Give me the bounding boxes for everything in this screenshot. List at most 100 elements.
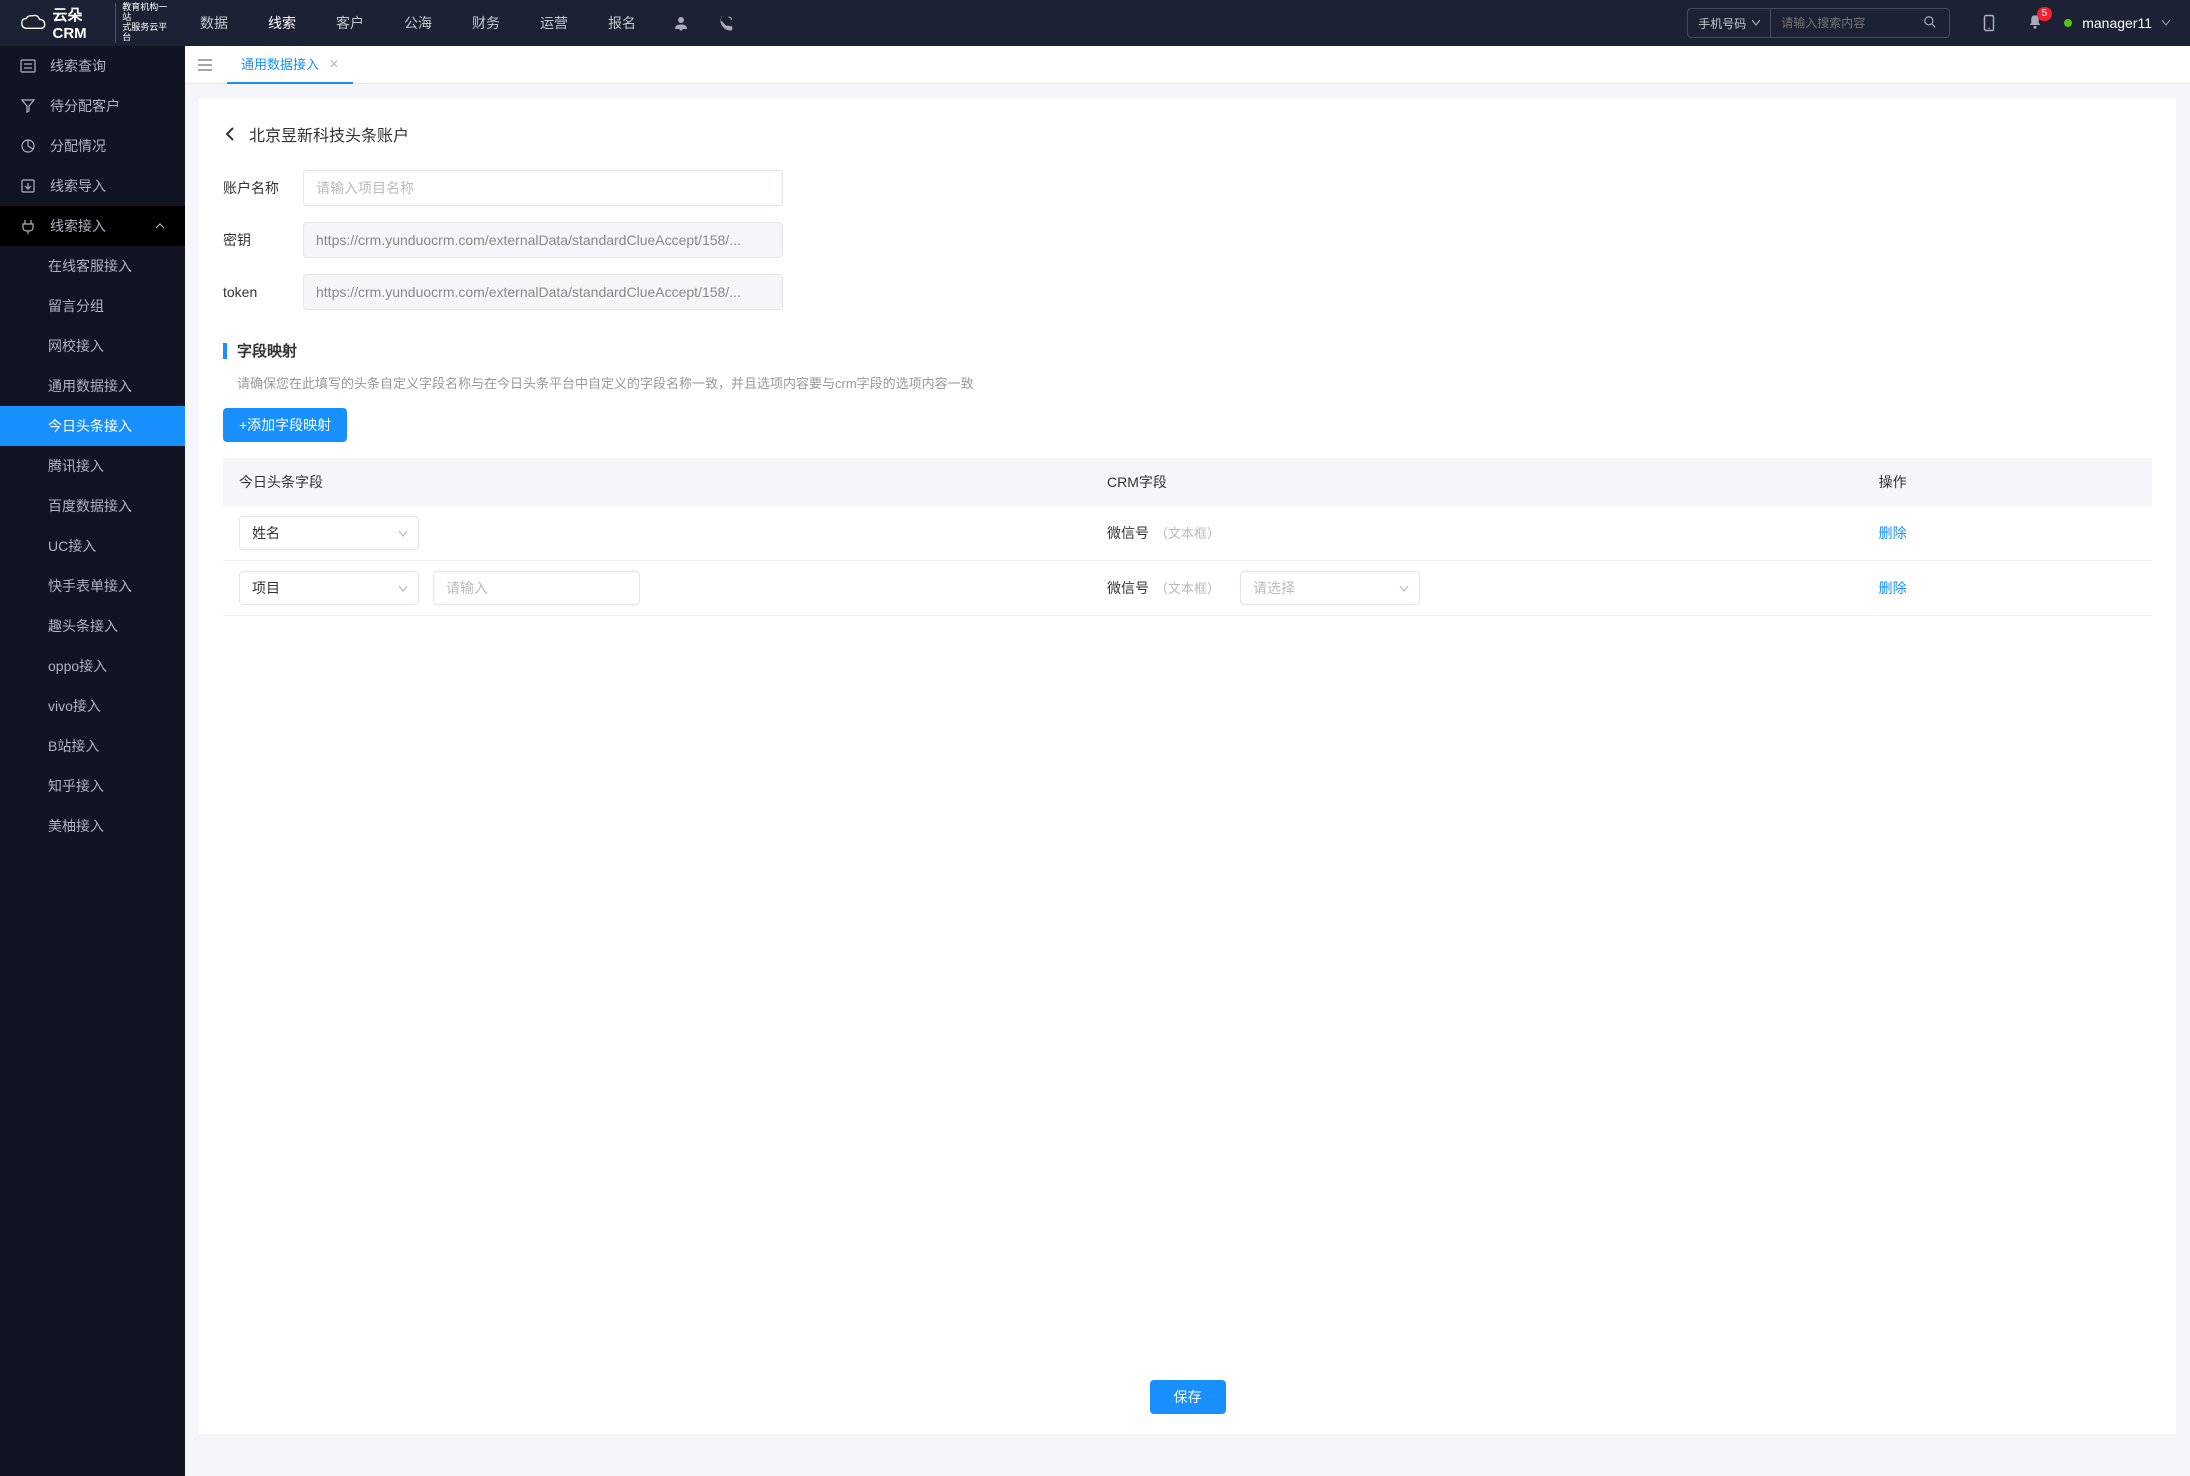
tabs-bar: 通用数据接入 ✕ [185, 46, 2190, 84]
col-crm-field: CRM字段 [1091, 458, 1863, 506]
delete-button[interactable]: 删除 [1879, 580, 1907, 596]
mapping-table: 今日头条字段 CRM字段 操作 姓名 [223, 458, 2152, 616]
sub-oppo[interactable]: oppo接入 [0, 646, 185, 686]
table-row: 项目 微信号 （文本框） 请选择 [223, 561, 2152, 616]
notifications[interactable]: 5 [2026, 13, 2044, 34]
col-toutiao-field: 今日头条字段 [223, 458, 1091, 506]
app-header: 云朵CRM 教育机构一站 式服务云平台 数据 线索 客户 公海 财务 运营 报名… [0, 0, 2190, 46]
header-icon-group [672, 14, 736, 32]
mobile-icon[interactable] [1980, 14, 1998, 32]
sub-bilibili[interactable]: B站接入 [0, 726, 185, 766]
chevron-down-icon [1752, 20, 1760, 26]
sub-online-service[interactable]: 在线客服接入 [0, 246, 185, 286]
nav-public[interactable]: 公海 [404, 13, 432, 33]
row-account-name: 账户名称 [223, 170, 2152, 206]
crm-field-display: 微信号 （文本框） [1107, 578, 1220, 598]
nav-data[interactable]: 数据 [200, 13, 228, 33]
chevron-down-icon [398, 580, 408, 596]
nav-signup[interactable]: 报名 [608, 13, 636, 33]
page-content: 北京昱新科技头条账户 账户名称 密钥 token 字段映射 请确保您在此填写的头… [199, 98, 2176, 1434]
sidebar-item-clue-query[interactable]: 线索查询 [0, 46, 185, 86]
section-title: 字段映射 [237, 340, 297, 361]
close-icon[interactable]: ✕ [329, 57, 339, 71]
back-icon[interactable] [223, 126, 239, 142]
status-dot-icon [2064, 19, 2072, 27]
logo-text: 云朵CRM [53, 4, 110, 42]
notification-badge: 5 [2037, 7, 2053, 21]
sidebar-item-clue-access[interactable]: 线索接入 [0, 206, 185, 246]
sub-school-access[interactable]: 网校接入 [0, 326, 185, 366]
search-input[interactable] [1771, 16, 1911, 30]
row-key: 密钥 [223, 222, 2152, 258]
section-desc: 请确保您在此填写的头条自定义字段名称与在今日头条平台中自定义的字段名称一致，并且… [237, 373, 2152, 392]
nav-operation[interactable]: 运营 [540, 13, 568, 33]
sub-toutiao[interactable]: 今日头条接入 [0, 406, 185, 446]
sidebar-item-clue-import[interactable]: 线索导入 [0, 166, 185, 206]
pie-icon [20, 138, 36, 154]
label-account-name: 账户名称 [223, 178, 283, 198]
sub-tencent[interactable]: 腾讯接入 [0, 446, 185, 486]
sub-uc[interactable]: UC接入 [0, 526, 185, 566]
list-icon [20, 58, 36, 74]
tt-field-extra-input[interactable] [433, 571, 640, 605]
delete-button[interactable]: 删除 [1879, 525, 1907, 541]
collapse-sidebar-button[interactable] [193, 53, 217, 77]
main-nav: 数据 线索 客户 公海 财务 运营 报名 [200, 13, 636, 33]
user-menu[interactable]: manager11 [2064, 15, 2170, 31]
sub-vivo[interactable]: vivo接入 [0, 686, 185, 726]
sidebar-item-pending-customer[interactable]: 待分配客户 [0, 86, 185, 126]
col-action: 操作 [1863, 458, 2152, 506]
label-key: 密钥 [223, 230, 283, 250]
chevron-down-icon [1399, 580, 1409, 596]
input-key[interactable] [303, 222, 783, 258]
crm-field-display: 微信号 （文本框） [1107, 523, 1220, 543]
row-token: token [223, 274, 2152, 310]
tt-field-select[interactable]: 姓名 [239, 516, 419, 550]
sub-qutoutiao[interactable]: 趣头条接入 [0, 606, 185, 646]
add-mapping-button[interactable]: +添加字段映射 [223, 408, 347, 442]
filter-icon [20, 98, 36, 114]
crm-option-select[interactable]: 请选择 [1240, 571, 1420, 605]
table-row: 姓名 微信号 （文本框） 删除 [223, 506, 2152, 561]
nav-finance[interactable]: 财务 [472, 13, 500, 33]
tab-general-data[interactable]: 通用数据接入 ✕ [227, 46, 353, 84]
logo-subtitle: 教育机构一站 式服务云平台 [115, 3, 170, 43]
input-account-name[interactable] [303, 170, 783, 206]
sub-zhihu[interactable]: 知乎接入 [0, 766, 185, 806]
sub-general-data[interactable]: 通用数据接入 [0, 366, 185, 406]
page-title: 北京昱新科技头条账户 [249, 122, 409, 146]
sub-message-group[interactable]: 留言分组 [0, 286, 185, 326]
header-right-icons: 5 [1980, 13, 2044, 34]
search-icon [1923, 15, 1937, 29]
search-box: 手机号码 [1687, 8, 1950, 38]
save-button[interactable]: 保存 [1150, 1380, 1226, 1414]
chevron-down-icon [398, 525, 408, 541]
chevron-up-icon [155, 221, 165, 231]
menu-icon [198, 59, 212, 71]
phone-icon[interactable] [718, 14, 736, 32]
sidebar-item-allocation[interactable]: 分配情况 [0, 126, 185, 166]
logo: 云朵CRM 教育机构一站 式服务云平台 [20, 3, 170, 43]
nav-customer[interactable]: 客户 [336, 13, 364, 33]
section-bar-icon [223, 343, 227, 359]
label-token: token [223, 284, 283, 300]
cloud-icon [20, 13, 47, 33]
tt-field-select[interactable]: 项目 [239, 571, 419, 605]
sub-kuaishou[interactable]: 快手表单接入 [0, 566, 185, 606]
sidebar: 线索查询 待分配客户 分配情况 线索导入 线索接入 在线客服接入 留言分组 网校… [0, 46, 185, 1476]
sub-meiyou[interactable]: 美柚接入 [0, 806, 185, 846]
section-header: 字段映射 [223, 340, 2152, 361]
person-icon[interactable] [672, 14, 690, 32]
chevron-down-icon [2162, 19, 2170, 27]
search-type-select[interactable]: 手机号码 [1688, 9, 1771, 37]
sub-baidu[interactable]: 百度数据接入 [0, 486, 185, 526]
search-button[interactable] [1911, 15, 1949, 32]
main-area: 通用数据接入 ✕ 北京昱新科技头条账户 账户名称 密钥 token 字段映射 请… [185, 46, 2190, 1434]
footer-actions: 保存 [1150, 1380, 1226, 1414]
plug-icon [20, 218, 36, 234]
table-header-row: 今日头条字段 CRM字段 操作 [223, 458, 2152, 506]
import-icon [20, 178, 36, 194]
nav-clue[interactable]: 线索 [268, 13, 296, 33]
input-token[interactable] [303, 274, 783, 310]
breadcrumb: 北京昱新科技头条账户 [223, 122, 2152, 146]
